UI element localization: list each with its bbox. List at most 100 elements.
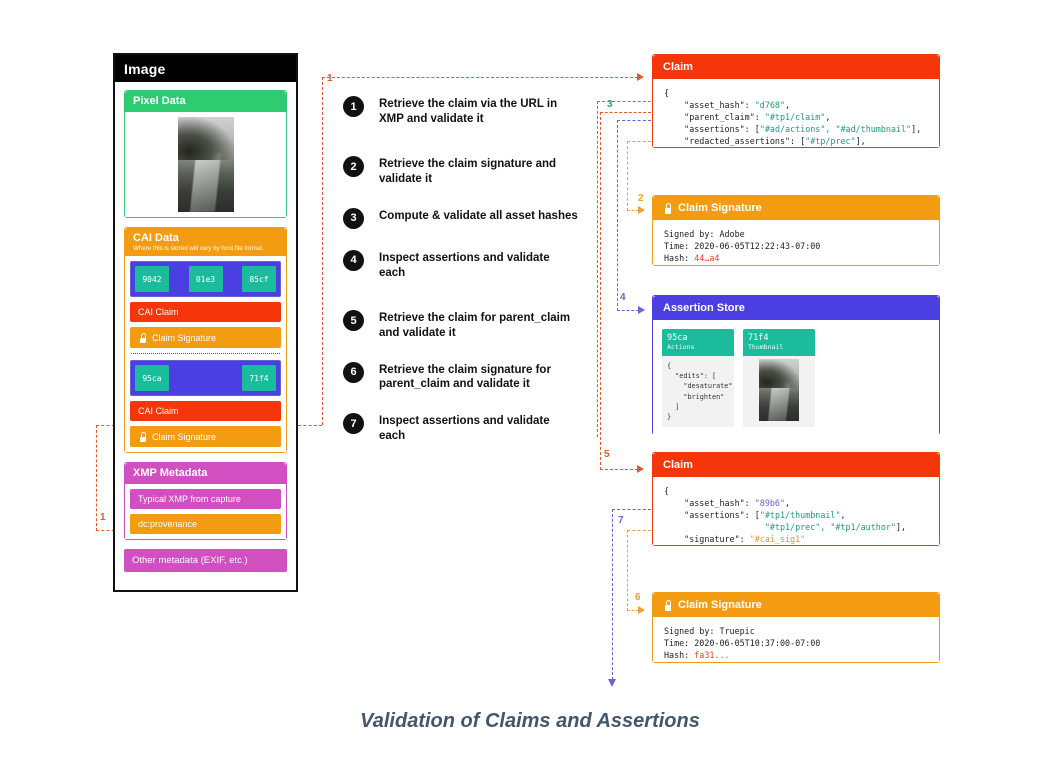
step-item: 2 Retrieve the claim signature and valid… [343, 155, 578, 186]
assertion-store-panel: Assertion Store 95ca Actions { "edits": … [652, 295, 940, 436]
hash-box: 9042 [135, 266, 169, 293]
hash-value: fa31... [694, 649, 730, 660]
signed-by-label: Signed by: [664, 229, 720, 239]
time-label: Time: [664, 240, 695, 251]
cai-data-body: 9042 01e3 85cf CAI Claim Claim Signature… [125, 256, 286, 453]
step-text: Retrieve the claim for parent_claim and … [379, 312, 571, 340]
connector-7-top [612, 509, 651, 510]
claim-panel-top: Claim { "asset_hash": "d768", "parent_cl… [652, 54, 940, 148]
json-value: "#tp1/claim" [764, 111, 826, 122]
steps-list: 1 Retrieve the claim via the URL in XMP … [343, 95, 578, 464]
xmp-metadata-body: Typical XMP from capture dc:provenance [125, 484, 286, 540]
connector-4-arrowhead [638, 305, 645, 314]
xmp-metadata-section: XMP Metadata Typical XMP from capture dc… [124, 462, 287, 541]
hash-label: Hash: [664, 252, 695, 263]
lock-icon [663, 600, 672, 611]
assertion-card-thumbnail: 71f4 Thumbnail [743, 329, 815, 427]
time-value: 2020-06-05T10:37:00-07:00 [694, 637, 821, 648]
assertion-id: 71f4 [748, 333, 769, 343]
claim-signature-label: Claim Signature [152, 332, 217, 343]
claim-signature-panel-header: Claim Signature [653, 593, 939, 617]
connector-5-top [600, 112, 651, 113]
cai-data-header: CAI Data Where this is stored will vary … [125, 227, 286, 257]
assertion-thumbnail-wrapper [743, 356, 815, 424]
connector-4-vertical [617, 120, 618, 311]
connector-label-7: 7 [618, 515, 624, 526]
connector-label-2: 2 [638, 193, 644, 204]
connector-5-bottom [600, 469, 638, 470]
hash-box: 71f4 [242, 365, 276, 392]
connector-1-top [322, 77, 638, 78]
connector-3-top [597, 101, 651, 102]
lock-icon [138, 431, 147, 443]
hash-value: 44…a4 [694, 252, 720, 263]
step-text: Retrieve the claim signature and validat… [379, 158, 557, 186]
step-number: 2 [343, 156, 364, 178]
claim-signature-details: Signed by: Truepic Time: 2020-06-05T10:3… [653, 617, 939, 662]
cai-data-title: CAI Data [133, 231, 179, 244]
json-value: "#tp1/prec", "#tp1/author" [764, 521, 896, 532]
cai-data-section: CAI Data Where this is stored will vary … [124, 226, 287, 454]
xmp-row-label: Typical XMP from capture [138, 494, 241, 505]
cai-divider [131, 353, 280, 355]
step-number: 1 [343, 96, 364, 117]
step-number: 7 [343, 413, 364, 435]
connector-2-vertical [627, 141, 628, 211]
cai-claim-label: CAI Claim [138, 406, 179, 417]
assertion-card-header: 95ca Actions [662, 329, 734, 356]
assertion-thumbnail-photo [759, 359, 799, 421]
assertion-body-json: { "edits": [ "desaturate", "brighten" ] … [667, 362, 734, 421]
claim-signature-bar-2: Claim Signature [130, 426, 281, 448]
claim-signature-panel-title: Claim Signature [678, 599, 762, 611]
json-value: "#cai_sig1" [749, 533, 806, 544]
pixel-data-photo [177, 116, 234, 212]
connector-label-5: 5 [604, 449, 610, 460]
step-text: Retrieve the claim signature for parent_… [379, 363, 551, 391]
lock-icon [663, 203, 672, 214]
json-value: "d768" [754, 99, 786, 110]
image-panel-title: Image [115, 55, 296, 82]
hash-box: 85cf [242, 266, 276, 293]
signed-by-label: Signed by: [664, 626, 720, 636]
step-item: 7 Inspect assertions and validate each [343, 412, 578, 443]
pixel-data-body [125, 111, 286, 217]
xmp-row-label: dc:provenance [138, 519, 198, 530]
cai-data-subtitle: Where this is stored will vary by host f… [133, 245, 264, 253]
pixel-data-header: Pixel Data [125, 91, 286, 112]
claim-panel-title: Claim [653, 55, 939, 79]
other-metadata-bar: Other metadata (EXIF, etc.) [124, 549, 287, 573]
image-panel: Image Pixel Data CAI Data Where this is … [113, 53, 298, 592]
time-value: 2020-06-05T12:22:43-07:00 [694, 240, 821, 251]
connector-6-top [627, 530, 651, 531]
hash-box: 01e3 [188, 266, 223, 293]
claim-signature-details: Signed by: Adobe Time: 2020-06-05T12:22:… [653, 220, 939, 265]
connector-label-4: 4 [620, 292, 626, 303]
connector-5-arrowhead [637, 464, 644, 473]
step-number: 3 [343, 207, 364, 229]
connector-7-arrowhead [607, 679, 616, 687]
connector-label-left-1: 1 [100, 512, 106, 523]
hash-strip-2: 95ca 71f4 [130, 360, 281, 397]
claim-panel-bottom: Claim { "asset_hash": "89b6", "assertion… [652, 452, 940, 546]
claim-signature-panel-header: Claim Signature [653, 196, 939, 220]
hash-strip-1: 9042 01e3 85cf [130, 261, 281, 298]
assertion-store-body: 95ca Actions { "edits": [ "desaturate", … [653, 320, 939, 436]
json-value: "#tp/prec" [805, 135, 856, 146]
connector-3-vertical [597, 101, 598, 437]
step-text: Inspect assertions and validate each [379, 415, 550, 442]
xmp-row-provenance: dc:provenance [130, 514, 281, 535]
connector-4-top [617, 120, 651, 121]
lock-icon [138, 332, 147, 344]
connector-1-bottom [298, 425, 322, 426]
step-number: 6 [343, 361, 364, 383]
claim-signature-bar-1: Claim Signature [130, 327, 281, 349]
claim-signature-panel-bottom: Claim Signature Signed by: Truepic Time:… [652, 592, 940, 663]
connector-2-top [627, 141, 651, 142]
claim-panel-json: { "asset_hash": "d768", "parent_claim": … [653, 79, 939, 147]
connector-2-arrowhead [638, 205, 645, 214]
diagram-caption: Validation of Claims and Assertions [360, 710, 700, 732]
step-number: 4 [343, 249, 364, 271]
step-item: 1 Retrieve the claim via the URL in XMP … [343, 95, 578, 126]
connector-1-vertical [322, 77, 323, 425]
connector-6-arrowhead [638, 605, 645, 614]
